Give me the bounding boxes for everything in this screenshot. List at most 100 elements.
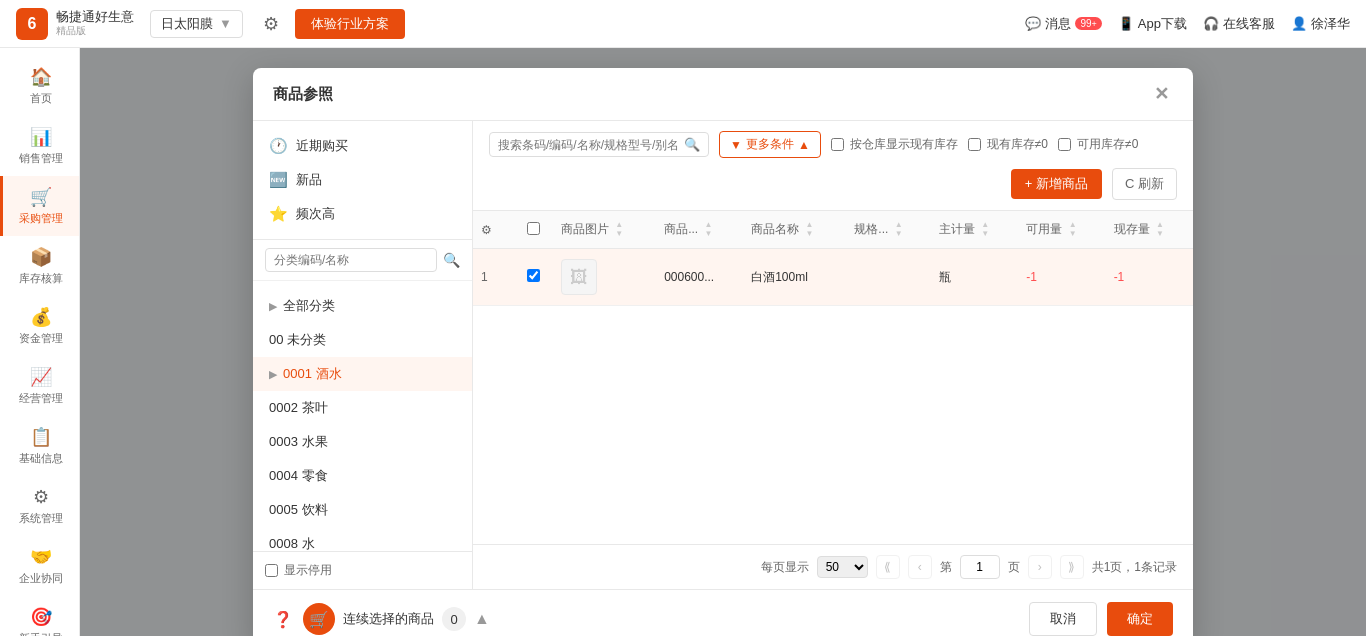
page-size-label: 每页显示 <box>761 559 809 576</box>
sidebar-item-operation[interactable]: 📈 经营管理 <box>0 356 79 416</box>
help-icon[interactable]: ❓ <box>273 610 293 629</box>
category-list: ▶ 全部分类 00 未分类 ▶ 0001 酒水 0002 茶 <box>253 281 472 551</box>
basic-icon: 📋 <box>30 426 52 448</box>
category-0005[interactable]: 0005 饮料 <box>253 493 472 527</box>
td-unit: 瓶 <box>931 249 1018 306</box>
sidebar-label-inventory: 库存核算 <box>19 271 63 286</box>
sidebar-item-guide[interactable]: 🎯 新手引导 <box>0 596 79 636</box>
category-label: 00 未分类 <box>269 331 326 349</box>
logo-sub: 精品版 <box>56 24 134 38</box>
category-0004[interactable]: 0004 零食 <box>253 459 472 493</box>
messages-nav[interactable]: 💬 消息 99+ <box>1025 15 1101 33</box>
show-disabled-label: 显示停用 <box>284 562 332 579</box>
refresh-button[interactable]: C 刷新 <box>1112 168 1177 200</box>
td-row-num: 1 <box>473 249 513 306</box>
available-stock-checkbox[interactable] <box>968 138 981 151</box>
store-name: 日太阳膜 <box>161 15 213 33</box>
product-table-container: ⚙ 商品图片 ▲ ▼ <box>473 211 1193 544</box>
main-content: 商品参照 ✕ 🕐 近期购买 🆕 <box>80 48 1366 636</box>
category-label: 0003 水果 <box>269 433 328 451</box>
category-label: 0005 饮料 <box>269 501 328 519</box>
td-available: -1 <box>1018 249 1105 306</box>
usable-stock-checkbox[interactable] <box>1058 138 1071 151</box>
expand-icon: ▶ <box>269 368 277 381</box>
collapse-icon[interactable]: ▲ <box>474 610 490 628</box>
warehouse-checkbox[interactable] <box>831 138 844 151</box>
page-suffix: 页 <box>1008 559 1020 576</box>
row-checkbox[interactable] <box>527 269 540 282</box>
product-search-input[interactable] <box>498 138 678 152</box>
service-nav[interactable]: 🎧 在线客服 <box>1203 15 1275 33</box>
product-thumbnail: 🖼 <box>561 259 597 295</box>
category-0008[interactable]: 0008 水 <box>253 527 472 551</box>
trial-button[interactable]: 体验行业方案 <box>295 9 405 39</box>
confirm-button[interactable]: 确定 <box>1107 602 1173 636</box>
sidebar-label-home: 首页 <box>30 91 52 106</box>
sidebar-item-basic[interactable]: 📋 基础信息 <box>0 416 79 476</box>
new-product-label: 新品 <box>296 171 322 189</box>
th-stock: 现存量 ▲ ▼ <box>1106 211 1193 249</box>
modal-close-button[interactable]: ✕ <box>1149 82 1173 106</box>
page-size-select[interactable]: 50 10 20 100 <box>817 556 868 578</box>
cancel-button[interactable]: 取消 <box>1029 602 1097 636</box>
category-search-input[interactable] <box>265 248 437 272</box>
category-0001[interactable]: ▶ 0001 酒水 <box>253 357 472 391</box>
headset-icon: 🎧 <box>1203 16 1219 31</box>
modal-footer: ❓ 🛒 连续选择的商品 0 ▲ 取消 确定 <box>253 589 1193 636</box>
sidebar-item-sales[interactable]: 📊 销售管理 <box>0 116 79 176</box>
sidebar-item-inventory[interactable]: 📦 库存核算 <box>0 236 79 296</box>
cart-icon: 🛒 <box>303 603 335 635</box>
logo-text: 畅捷通好生意 <box>56 9 134 25</box>
first-page-button[interactable]: ⟪ <box>876 555 900 579</box>
product-search-icon[interactable]: 🔍 <box>684 137 700 152</box>
sidebar-item-purchase[interactable]: 🛒 采购管理 <box>0 176 79 236</box>
sidebar-label-basic: 基础信息 <box>19 451 63 466</box>
sidebar-item-system[interactable]: ⚙ 系统管理 <box>0 476 79 536</box>
modal-body: 🕐 近期购买 🆕 新品 ⭐ 频次高 <box>253 121 1193 589</box>
toolbar: 🔍 ▼ 更多条件 ▲ 按仓库显示现有库存 <box>473 121 1193 211</box>
next-page-button[interactable]: › <box>1028 555 1052 579</box>
star-icon: ⭐ <box>269 205 288 223</box>
high-frequency-nav[interactable]: ⭐ 频次高 <box>253 197 472 231</box>
user-name: 徐泽华 <box>1311 15 1350 33</box>
category-0003[interactable]: 0003 水果 <box>253 425 472 459</box>
category-00[interactable]: 00 未分类 <box>253 323 472 357</box>
last-page-button[interactable]: ⟫ <box>1060 555 1084 579</box>
store-selector[interactable]: 日太阳膜 ▼ <box>150 10 243 38</box>
recent-purchase-nav[interactable]: 🕐 近期购买 <box>253 129 472 163</box>
td-name: 白酒100ml <box>743 249 846 306</box>
th-available: 可用量 ▲ ▼ <box>1018 211 1105 249</box>
sidebar-item-collab[interactable]: 🤝 企业协同 <box>0 536 79 596</box>
sidebar-label-system: 系统管理 <box>19 511 63 526</box>
category-search-icon[interactable]: 🔍 <box>443 252 460 268</box>
user-avatar[interactable]: 👤 徐泽华 <box>1291 15 1350 33</box>
new-product-nav[interactable]: 🆕 新品 <box>253 163 472 197</box>
avatar-icon: 👤 <box>1291 16 1307 31</box>
logo-icon: 6 <box>16 8 48 40</box>
category-all[interactable]: ▶ 全部分类 <box>253 289 472 323</box>
expand-icon: ▶ <box>269 300 277 313</box>
more-filters-button[interactable]: ▼ 更多条件 ▲ <box>719 131 821 158</box>
warehouse-checkbox-group: 按仓库显示现有库存 <box>831 136 958 153</box>
sidebar-item-finance[interactable]: 💰 资金管理 <box>0 296 79 356</box>
page-label: 第 <box>940 559 952 576</box>
app-label: App下载 <box>1138 15 1187 33</box>
available-stock-label: 现有库存≠0 <box>987 136 1048 153</box>
select-all-checkbox[interactable] <box>527 222 540 235</box>
prev-page-button[interactable]: ‹ <box>908 555 932 579</box>
add-product-button[interactable]: + 新增商品 <box>1011 169 1102 199</box>
table-row[interactable]: 1 🖼 000600... 白酒100ml <box>473 249 1193 306</box>
page-number-input[interactable] <box>960 555 1000 579</box>
th-code: 商品... ▲ ▼ <box>656 211 743 249</box>
sort-icons: ▲ ▼ <box>806 221 814 238</box>
settings-icon[interactable]: ⚙ <box>255 8 287 40</box>
home-icon: 🏠 <box>30 66 52 88</box>
filter-icon: ▼ <box>730 138 742 152</box>
recent-purchase-label: 近期购买 <box>296 137 348 155</box>
category-0002[interactable]: 0002 茶叶 <box>253 391 472 425</box>
app-download-nav[interactable]: 📱 App下载 <box>1118 15 1187 33</box>
sidebar-item-home[interactable]: 🏠 首页 <box>0 56 79 116</box>
th-settings: ⚙ <box>473 211 513 249</box>
show-disabled-checkbox[interactable] <box>265 564 278 577</box>
sort-icons: ▲ ▼ <box>1156 221 1164 238</box>
